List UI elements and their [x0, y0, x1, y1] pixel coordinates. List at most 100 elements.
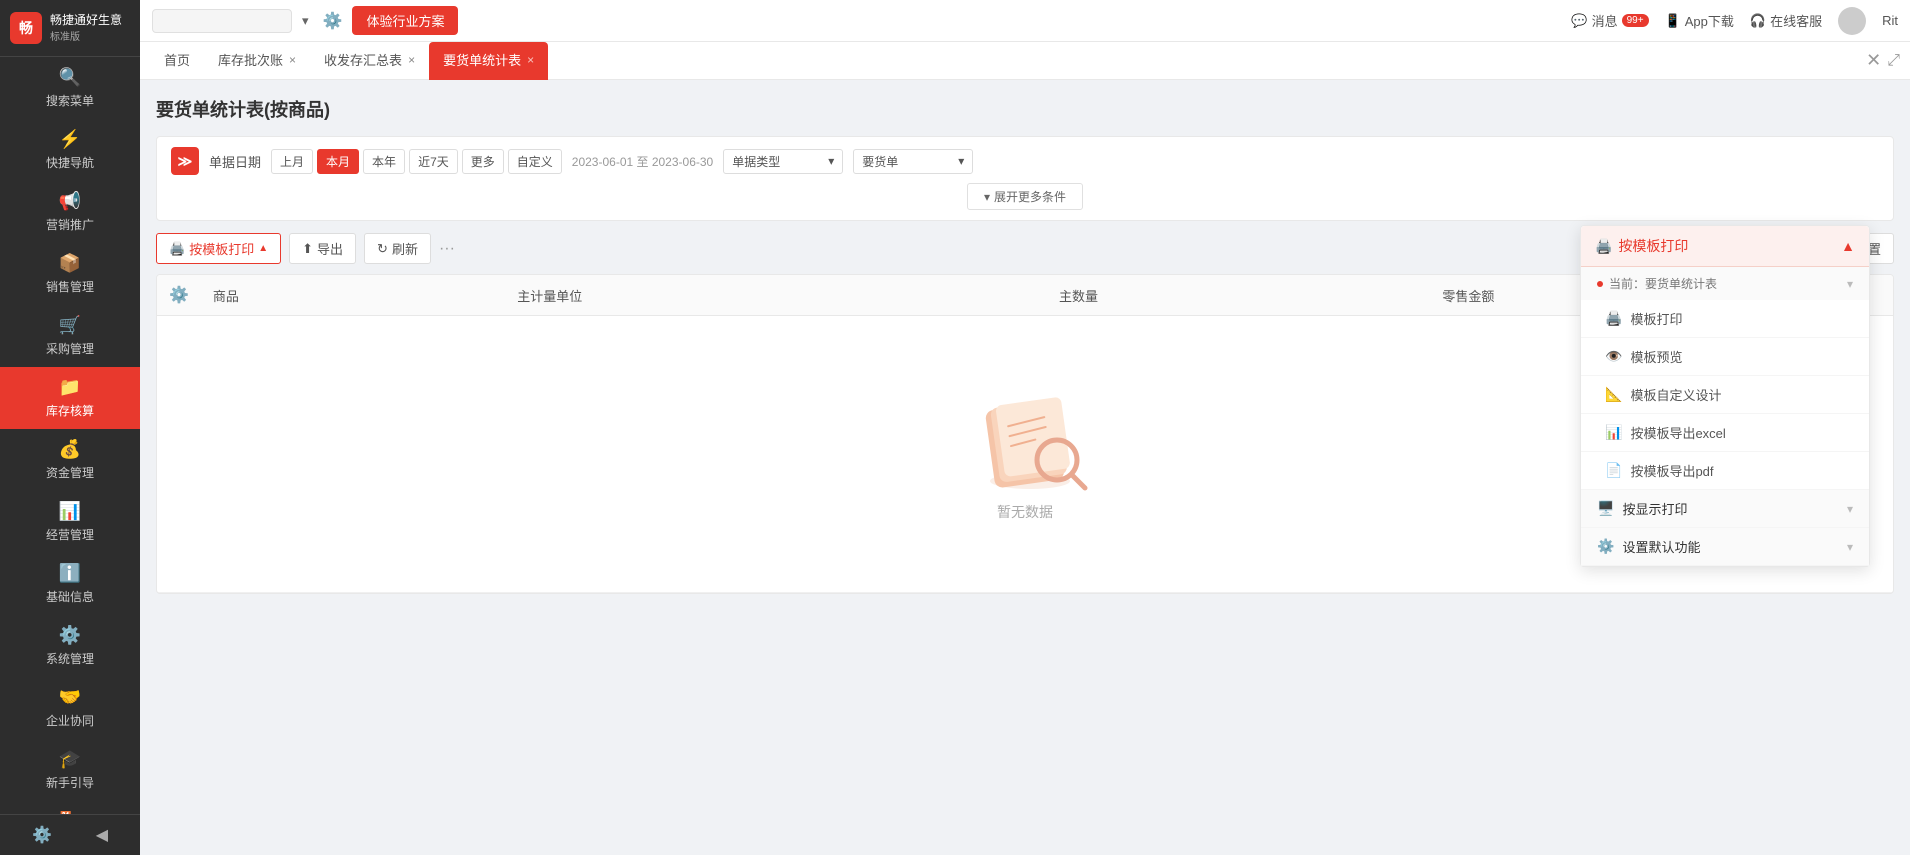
th-qty: 主数量 [1047, 275, 1430, 316]
print-dropdown-panel: 🖨️ 按模板打印 ▲ 当前：要货单统计表 ▾ 🖨️ 模板打印 👁️ [1580, 225, 1870, 567]
sidebar-bottom: ⚙️ ◀ [0, 814, 140, 855]
sidebar-item-marketing[interactable]: 📢 营销推广 [0, 181, 140, 243]
tabbar: 首页 库存批次账 × 收发存汇总表 × 要货单统计表 × ✕ ⤢ [140, 42, 1910, 80]
filter-date-range: 2023-06-01 至 2023-06-30 [572, 153, 713, 170]
topbar-online-service[interactable]: 🎧 在线客服 [1750, 11, 1822, 30]
sidebar-item-system[interactable]: ⚙️ 系统管理 [0, 615, 140, 677]
tab-order-stats[interactable]: 要货单统计表 × [429, 42, 548, 80]
print-dropdown-close-btn[interactable]: ▲ [1841, 238, 1855, 254]
filter-goods-label: 要货单 [862, 153, 898, 170]
sidebar-item-label: 库存核算 [46, 402, 94, 419]
sidebar-item-guide[interactable]: 🎓 新手引导 [0, 739, 140, 801]
trial-btn[interactable]: 体验行业方案 [352, 6, 458, 35]
sidebar-item-management[interactable]: 📊 经营管理 [0, 491, 140, 553]
template-design-icon: 📐 [1605, 386, 1622, 403]
print-pdf-item-left: 📄 按模板导出pdf [1605, 461, 1714, 480]
sidebar-item-inventory[interactable]: 📁 库存核算 [0, 367, 140, 429]
topbar: ▾ ⚙️ 体验行业方案 💬 消息 99+ 📱 App下载 🎧 在线客服 Rit [140, 0, 1910, 42]
filter-date-prev-month[interactable]: 上月 [271, 149, 313, 174]
default-function-chevron: ▾ [1847, 540, 1853, 554]
print-export-pdf-item[interactable]: 📄 按模板导出pdf [1581, 452, 1869, 490]
export-excel-label: 按模板导出excel [1630, 423, 1725, 442]
template-print-icon: 🖨️ [1605, 310, 1622, 327]
sidebar-item-sales[interactable]: 📦 销售管理 [0, 243, 140, 305]
tabbar-expand-btn[interactable]: ⤢ [1887, 52, 1900, 70]
finance-icon: 💰 [59, 439, 81, 460]
sidebar-item-search[interactable]: 🔍 搜索菜单 [0, 57, 140, 119]
sidebar: 畅 畅捷通好生意 标准版 🔍 搜索菜单 ⚡ 快捷导航 📢 营销推广 📦 销售管理… [0, 0, 140, 855]
tabbar-close-all-btn[interactable]: ✕ [1866, 50, 1881, 71]
display-print-chevron: ▾ [1847, 502, 1853, 516]
print-custom-design-item[interactable]: 📐 模板自定义设计 [1581, 376, 1869, 414]
empty-illustration [975, 386, 1075, 486]
print-preview-item[interactable]: 👁️ 模板预览 [1581, 338, 1869, 376]
tab-order-stats-label: 要货单统计表 [443, 50, 521, 69]
toolbar-more-btn[interactable]: ··· [439, 240, 455, 258]
refresh-btn[interactable]: ↻ 刷新 [364, 233, 431, 264]
filter-date-custom[interactable]: 自定义 [508, 149, 562, 174]
sidebar-item-basic[interactable]: ℹ️ 基础信息 [0, 553, 140, 615]
sidebar-item-label: 新手引导 [46, 774, 94, 791]
sidebar-collapse-btn[interactable]: ◀ [96, 825, 108, 845]
topbar-gear-icon[interactable]: ⚙️ [323, 11, 343, 31]
tab-home[interactable]: 首页 [150, 42, 204, 80]
user-avatar[interactable] [1838, 7, 1866, 35]
refresh-label: 刷新 [392, 239, 418, 258]
tab-summary-close[interactable]: × [408, 53, 415, 67]
filter-date-this-month[interactable]: 本月 [317, 149, 359, 174]
export-pdf-icon: 📄 [1605, 462, 1622, 479]
sidebar-item-finance[interactable]: 💰 资金管理 [0, 429, 140, 491]
print-dropdown-header: 🖨️ 按模板打印 ▲ [1581, 226, 1869, 267]
display-print-item[interactable]: 🖥️ 按显示打印 ▾ [1581, 490, 1869, 528]
topbar-dropdown-chevron[interactable]: ▾ [302, 13, 309, 29]
print-template-item-left: 🖨️ 模板打印 [1605, 309, 1682, 328]
topbar-app-download[interactable]: 📱 App下载 [1665, 11, 1734, 30]
export-btn[interactable]: ⬆ 导出 [289, 233, 356, 264]
topbar-search-input[interactable] [152, 9, 292, 33]
system-icon: ⚙️ [59, 625, 81, 646]
sidebar-settings-btn[interactable]: ⚙️ [32, 825, 52, 845]
filter-date-more[interactable]: 更多 [462, 149, 504, 174]
page-content: 要货单统计表(按商品) ≫ 单据日期 上月 本月 本年 近7天 更多 自定义 2… [140, 80, 1910, 855]
tab-order-stats-close[interactable]: × [527, 53, 534, 67]
app-logo-icon: 畅 [10, 12, 42, 44]
print-export-excel-item[interactable]: 📊 按模板导出excel [1581, 414, 1869, 452]
tab-inventory-batch[interactable]: 库存批次账 × [204, 42, 310, 80]
sidebar-logo: 畅 畅捷通好生意 标准版 [0, 0, 140, 57]
display-print-left: 🖥️ 按显示打印 [1597, 499, 1687, 518]
filter-type-chevron: ▾ [828, 154, 834, 168]
table-settings-icon[interactable]: ⚙️ [169, 287, 189, 304]
filter-date-7days[interactable]: 近7天 [409, 149, 458, 174]
sidebar-item-purchase[interactable]: 🛒 采购管理 [0, 305, 140, 367]
filter-goods-select[interactable]: 要货单 ▾ [853, 149, 973, 174]
sidebar-item-label: 系统管理 [46, 650, 94, 667]
print-template-btn[interactable]: 🖨️ 按模板打印 ▲ [156, 233, 281, 264]
print-template-item[interactable]: 🖨️ 模板打印 [1581, 300, 1869, 338]
sidebar-scroll: 🔍 搜索菜单 ⚡ 快捷导航 📢 营销推广 📦 销售管理 🛒 采购管理 📁 库存核… [0, 57, 140, 814]
topbar-right: 💬 消息 99+ 📱 App下载 🎧 在线客服 Rit [1571, 7, 1898, 35]
filter-expand-more-btn[interactable]: ▾ 展开更多条件 [967, 183, 1083, 210]
print-current-text: 当前：要货单统计表 [1609, 275, 1717, 292]
filter-date-this-year[interactable]: 本年 [363, 149, 405, 174]
guide-icon: 🎓 [59, 749, 81, 770]
sidebar-item-appstore[interactable]: 🏪 应用中心 [0, 801, 140, 814]
sidebar-item-enterprise[interactable]: 🤝 企业协同 [0, 677, 140, 739]
filter-expand-icon[interactable]: ≫ [171, 147, 199, 175]
export-label: 导出 [317, 239, 343, 258]
filter-type-label: 单据类型 [732, 153, 780, 170]
display-print-label: 按显示打印 [1622, 499, 1687, 518]
topbar-messages[interactable]: 💬 消息 99+ [1571, 11, 1648, 30]
current-chevron: ▾ [1847, 277, 1853, 291]
main-area: ▾ ⚙️ 体验行业方案 💬 消息 99+ 📱 App下载 🎧 在线客服 Rit … [140, 0, 1910, 855]
tab-summary[interactable]: 收发存汇总表 × [310, 42, 429, 80]
online-service-label: 在线客服 [1770, 11, 1822, 30]
tab-inventory-batch-close[interactable]: × [289, 53, 296, 67]
default-function-item[interactable]: ⚙️ 设置默认功能 ▾ [1581, 528, 1869, 566]
filter-type-select[interactable]: 单据类型 ▾ [723, 149, 843, 174]
messages-badge: 99+ [1622, 14, 1649, 27]
online-service-icon: 🎧 [1750, 13, 1766, 29]
sidebar-item-label: 企业协同 [46, 712, 94, 729]
export-pdf-label: 按模板导出pdf [1630, 461, 1713, 480]
sidebar-item-quicknav[interactable]: ⚡ 快捷导航 [0, 119, 140, 181]
search-menu-icon: 🔍 [59, 67, 81, 88]
